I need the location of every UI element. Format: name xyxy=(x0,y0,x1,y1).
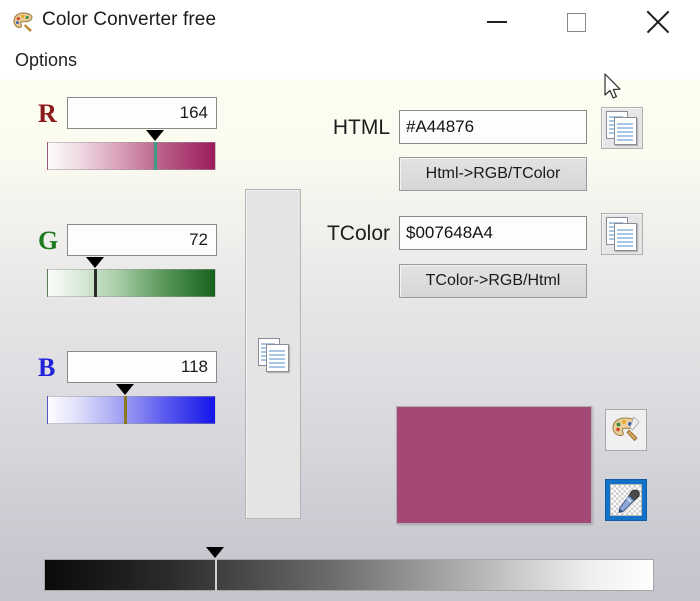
color-preview-swatch xyxy=(396,406,592,524)
gray-slider-caret xyxy=(206,547,224,558)
channel-marker-b xyxy=(124,396,127,424)
gray-slider-marker xyxy=(215,559,217,591)
minimize-icon xyxy=(487,21,507,23)
channel-gradient-g xyxy=(47,269,216,297)
gray-gradient xyxy=(44,559,654,591)
menu-bar: Options xyxy=(0,44,700,80)
copy-rgb-button[interactable] xyxy=(245,189,301,519)
channel-caret-g xyxy=(86,257,104,268)
channel-input-r[interactable] xyxy=(67,97,217,129)
window-title: Color Converter free xyxy=(42,9,217,30)
copy-sheets-icon xyxy=(606,111,638,145)
html-to-rgb-button[interactable]: Html->RGB/TColor xyxy=(399,157,587,191)
channel-marker-r xyxy=(154,142,157,170)
gray-slider[interactable] xyxy=(44,559,654,591)
html-label: HTML xyxy=(332,116,390,139)
tcolor-label: TColor xyxy=(326,222,390,245)
client-area: R G B xyxy=(0,79,700,601)
tcolor-input[interactable] xyxy=(399,216,587,250)
channel-marker-g xyxy=(94,269,97,297)
channel-input-b[interactable] xyxy=(67,351,217,383)
tcolor-to-rgb-button[interactable]: TColor->RGB/Html xyxy=(399,264,587,298)
channel-gradient-r xyxy=(47,142,216,170)
title-bar: Color Converter free xyxy=(0,0,700,45)
eyedropper-picker-button[interactable] xyxy=(605,479,647,521)
palette-icon xyxy=(12,11,34,33)
channel-bar-b[interactable] xyxy=(47,396,216,424)
copy-sheets-icon xyxy=(258,338,290,372)
channel-gradient-b xyxy=(47,396,216,424)
copy-sheets-icon xyxy=(606,217,638,251)
copy-html-button[interactable] xyxy=(601,107,643,149)
maximize-icon xyxy=(567,13,586,32)
channel-bar-g[interactable] xyxy=(47,269,216,297)
maximize-button[interactable] xyxy=(545,0,607,43)
channel-caret-r xyxy=(146,130,164,141)
channel-label-r: R xyxy=(38,99,57,128)
channel-label-b: B xyxy=(38,353,56,382)
minimize-button[interactable] xyxy=(466,0,528,43)
palette-picker-button[interactable] xyxy=(605,409,647,451)
channel-caret-b xyxy=(116,384,134,395)
channel-label-g: G xyxy=(38,226,59,255)
color-converter-window: Color Converter free Options R G xyxy=(0,0,700,601)
menu-item-options[interactable]: Options xyxy=(15,50,77,71)
copy-tcolor-button[interactable] xyxy=(601,213,643,255)
channel-input-g[interactable] xyxy=(67,224,217,256)
channel-bar-r[interactable] xyxy=(47,142,216,170)
html-input[interactable] xyxy=(399,110,587,144)
close-button[interactable] xyxy=(628,0,690,43)
